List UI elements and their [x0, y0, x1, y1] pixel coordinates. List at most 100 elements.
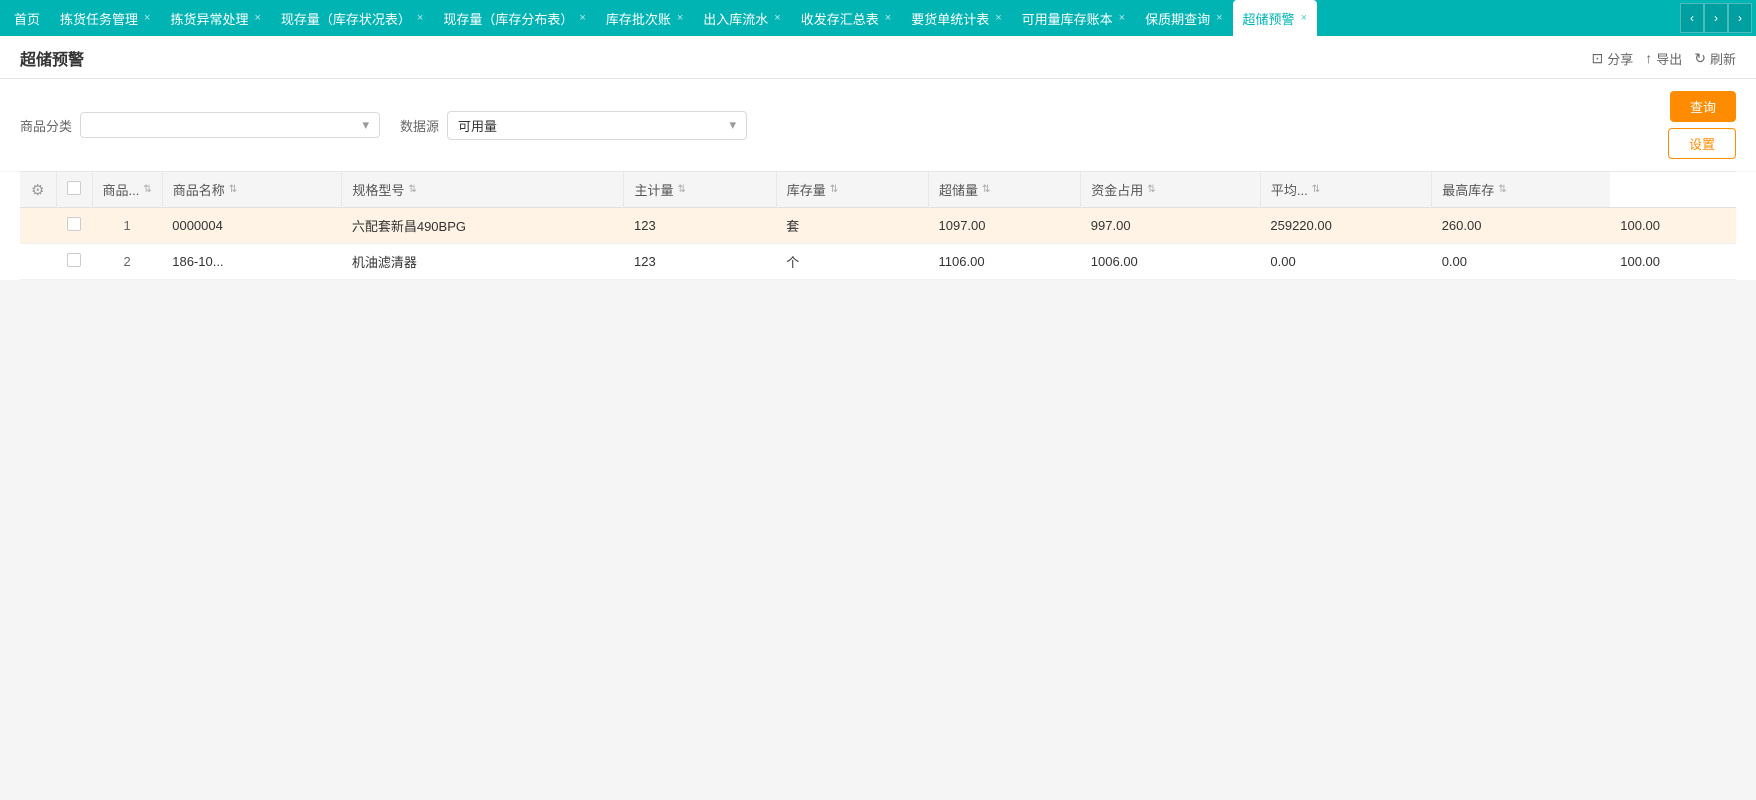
- row-capital: 259220.00: [1260, 208, 1431, 244]
- nav-usable-stock[interactable]: 可用量库存账本 ×: [1012, 0, 1135, 36]
- nav-home[interactable]: 首页: [4, 0, 50, 36]
- th-code[interactable]: 商品...⇅: [92, 172, 162, 208]
- th-maxstock-label: 最高库存: [1442, 180, 1494, 199]
- row-overstock: 997.00: [1081, 208, 1261, 244]
- refresh-button[interactable]: ↻ 刷新: [1694, 49, 1736, 68]
- nav-usable-stock-close[interactable]: ×: [1119, 12, 1125, 24]
- nav-pick-exception-label: 拣货异常处理: [170, 9, 248, 28]
- row-stock: 1097.00: [929, 208, 1081, 244]
- share-button[interactable]: ⊡ 分享: [1591, 49, 1633, 68]
- th-capital[interactable]: 资金占用⇅: [1081, 172, 1261, 208]
- th-stock-sort: ⇅: [830, 184, 838, 195]
- nav-arrows: ‹ › ›: [1680, 3, 1752, 33]
- category-filter-group: 商品分类 ▾: [20, 112, 380, 138]
- nav-pick-task-close[interactable]: ×: [144, 12, 150, 24]
- share-label: 分享: [1607, 49, 1633, 68]
- nav-expiry-label: 保质期查询: [1145, 9, 1210, 28]
- nav-batch-account-close[interactable]: ×: [677, 12, 683, 24]
- th-unit-sort: ⇅: [678, 184, 686, 195]
- th-name-sort: ⇅: [229, 184, 237, 195]
- th-maxstock[interactable]: 最高库存 ⇅: [1432, 172, 1611, 208]
- column-settings-icon[interactable]: ⚙: [31, 182, 44, 199]
- nav-pick-task[interactable]: 拣货任务管理 ×: [50, 0, 160, 36]
- row-avg: 260.00: [1432, 208, 1611, 244]
- nav-expiry-close[interactable]: ×: [1216, 12, 1222, 24]
- export-button[interactable]: ↑ 导出: [1645, 49, 1682, 68]
- nav-inout-flow[interactable]: 出入库流水 ×: [693, 0, 790, 36]
- nav-pick-task-label: 拣货任务管理: [60, 9, 138, 28]
- nav-usable-stock-label: 可用量库存账本: [1022, 9, 1113, 28]
- row-spec: 123: [624, 208, 776, 244]
- nav-stock-status-close[interactable]: ×: [417, 12, 423, 24]
- page-actions: ⊡ 分享 ↑ 导出 ↻ 刷新: [1591, 49, 1736, 68]
- th-avg[interactable]: 平均... ⇅: [1260, 172, 1431, 208]
- row-checkbox-0[interactable]: [67, 217, 81, 231]
- page-title: 超储预警: [20, 46, 84, 70]
- row-name: 机油滤清器: [342, 244, 624, 280]
- row-checkbox-1[interactable]: [67, 253, 81, 267]
- nav-stock-status-label: 现存量（库存状况表）: [281, 9, 411, 28]
- table-container: ⚙ 商品...⇅ 商品名称⇅ 规格型号⇅ 主计量⇅ 库存量⇅: [0, 172, 1756, 280]
- th-stock-label: 库存量: [787, 180, 826, 199]
- row-maxstock: 100.00: [1610, 244, 1736, 280]
- row-name: 六配套新昌490BPG: [342, 208, 624, 244]
- nav-order-stats[interactable]: 要货单统计表 ×: [901, 0, 1011, 36]
- nav-overstock[interactable]: 超储预警 ×: [1233, 0, 1317, 36]
- nav-batch-account[interactable]: 库存批次账 ×: [596, 0, 693, 36]
- header-checkbox[interactable]: [67, 181, 81, 195]
- th-stock[interactable]: 库存量 ⇅: [776, 172, 928, 208]
- nav-overstock-close[interactable]: ×: [1301, 12, 1307, 24]
- nav-stock-status[interactable]: 现存量（库存状况表） ×: [271, 0, 433, 36]
- row-index: 1: [92, 208, 162, 244]
- th-avg-sort: ⇅: [1312, 184, 1320, 195]
- nav-pick-exception-close[interactable]: ×: [254, 12, 260, 24]
- table-body: 1 0000004 六配套新昌490BPG 123 套 1097.00 997.…: [20, 208, 1736, 280]
- data-table: ⚙ 商品...⇅ 商品名称⇅ 规格型号⇅ 主计量⇅ 库存量⇅: [20, 172, 1736, 280]
- th-spec-label: 规格型号: [352, 180, 404, 199]
- nav-left-arrow[interactable]: ‹: [1680, 3, 1704, 33]
- th-overstock-sort: ⇅: [982, 184, 990, 195]
- th-unit[interactable]: 主计量⇅: [624, 172, 776, 208]
- nav-summary[interactable]: 收发存汇总表 ×: [791, 0, 901, 36]
- category-label: 商品分类: [20, 116, 72, 135]
- datasource-filter-group: 数据源 可用量 ▾: [400, 111, 747, 140]
- set-button[interactable]: 设置: [1668, 128, 1736, 159]
- th-spec-sort: ⇅: [408, 184, 416, 195]
- category-select[interactable]: ▾: [80, 112, 380, 138]
- nav-batch-account-label: 库存批次账: [606, 9, 671, 28]
- row-checkbox-cell: [56, 244, 92, 280]
- query-button[interactable]: 查询: [1670, 91, 1736, 122]
- page-header: 超储预警 ⊡ 分享 ↑ 导出 ↻ 刷新: [0, 36, 1756, 79]
- datasource-select[interactable]: 可用量 ▾: [447, 111, 747, 140]
- nav-right-arrow[interactable]: ›: [1704, 3, 1728, 33]
- nav-expiry[interactable]: 保质期查询 ×: [1135, 0, 1232, 36]
- nav-pick-exception[interactable]: 拣货异常处理 ×: [160, 0, 270, 36]
- nav-summary-label: 收发存汇总表: [801, 9, 879, 28]
- export-icon: ↑: [1645, 50, 1652, 66]
- th-name-label: 商品名称: [173, 180, 225, 199]
- nav-order-stats-close[interactable]: ×: [995, 12, 1001, 24]
- nav-stock-dist[interactable]: 现存量（库存分布表） ×: [433, 0, 595, 36]
- row-code: 186-10...: [162, 244, 342, 280]
- nav-stock-dist-label: 现存量（库存分布表）: [443, 9, 573, 28]
- nav-stock-dist-close[interactable]: ×: [579, 12, 585, 24]
- row-index: 2: [92, 244, 162, 280]
- nav-home-label: 首页: [14, 9, 40, 28]
- th-overstock-label: 超储量: [939, 180, 978, 199]
- row-capital: 0.00: [1260, 244, 1431, 280]
- nav-more-arrow[interactable]: ›: [1728, 3, 1752, 33]
- row-settings-cell: [20, 244, 56, 280]
- row-unit: 套: [776, 208, 928, 244]
- th-maxstock-sort: ⇅: [1498, 184, 1506, 195]
- th-avg-label: 平均...: [1271, 180, 1308, 199]
- nav-inout-flow-close[interactable]: ×: [774, 12, 780, 24]
- th-code-label: 商品...: [103, 180, 140, 199]
- nav-summary-close[interactable]: ×: [885, 12, 891, 24]
- th-spec[interactable]: 规格型号 ⇅: [342, 172, 624, 208]
- row-checkbox-cell: [56, 208, 92, 244]
- nav-order-stats-label: 要货单统计表: [911, 9, 989, 28]
- th-name[interactable]: 商品名称 ⇅: [162, 172, 342, 208]
- th-overstock[interactable]: 超储量 ⇅: [929, 172, 1081, 208]
- row-spec: 123: [624, 244, 776, 280]
- nav-inout-flow-label: 出入库流水: [703, 9, 768, 28]
